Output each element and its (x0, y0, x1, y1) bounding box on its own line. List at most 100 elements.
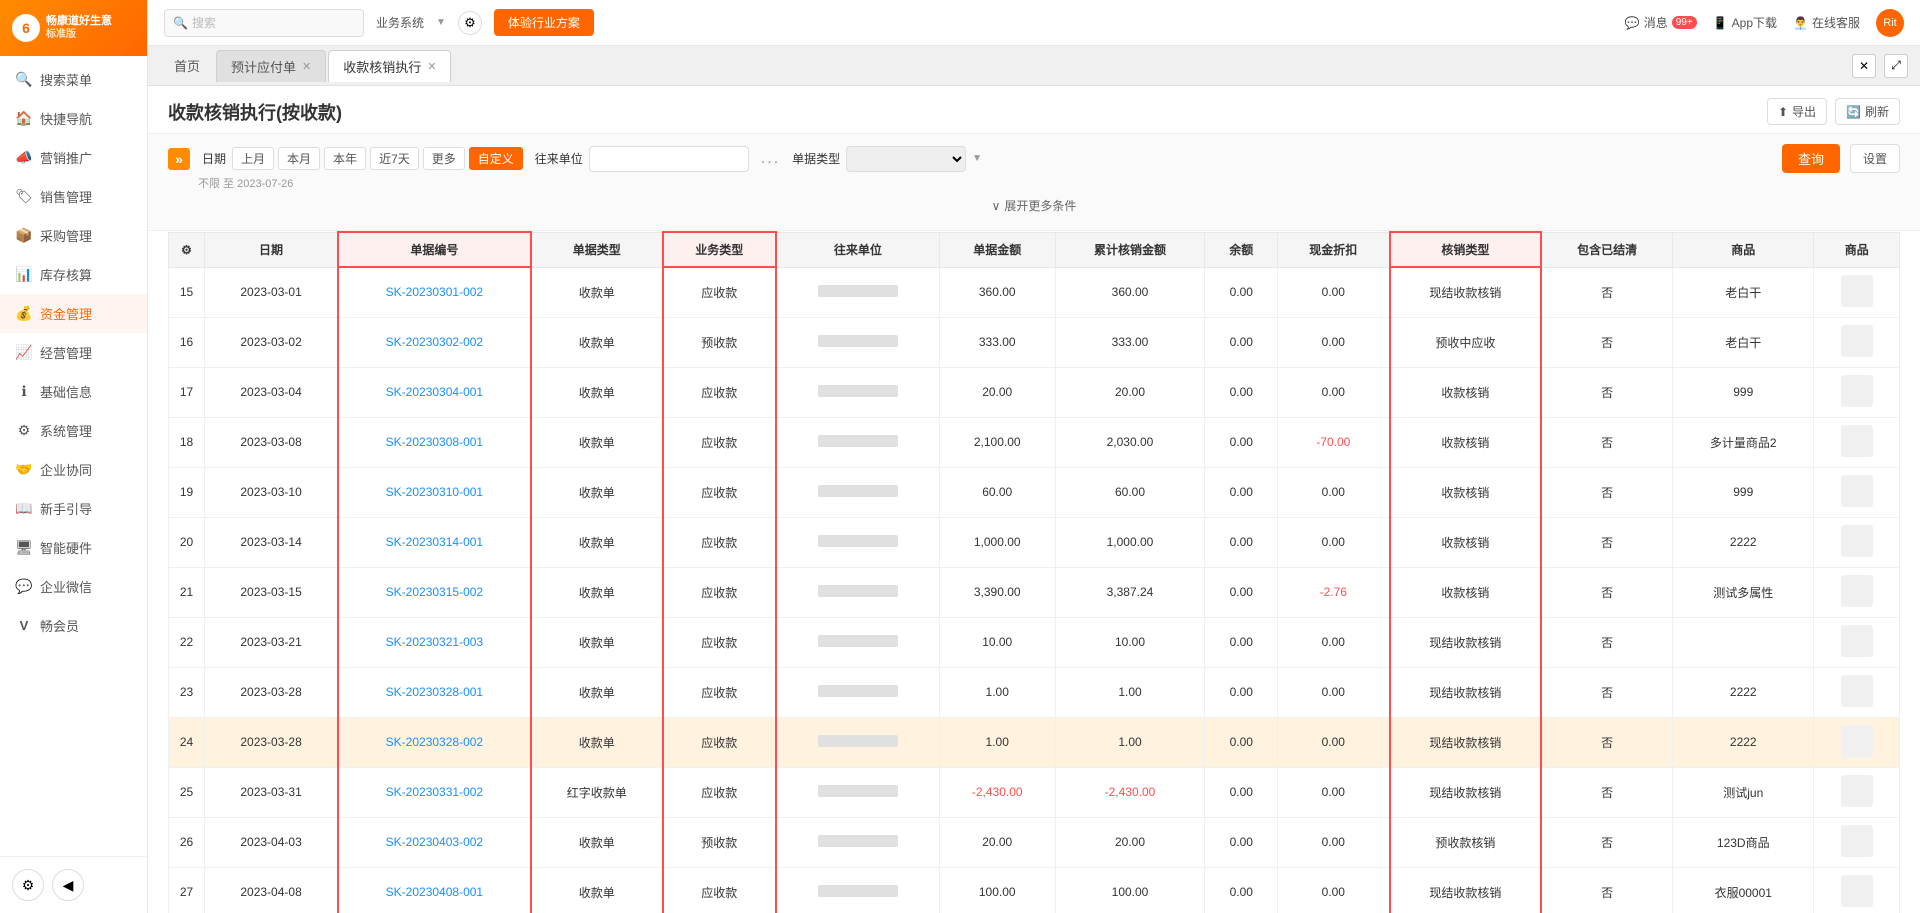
cell-product2 (1814, 367, 1900, 417)
cell-product: 2222 (1673, 717, 1814, 767)
table-row: 25 2023-03-31 SK-20230331-002 红字收款单 应收款 … (169, 767, 1900, 817)
bill-no-link[interactable]: SK-20230331-002 (386, 785, 483, 799)
filter-settings-btn[interactable]: 设置 (1850, 144, 1900, 173)
sidebar-item-member[interactable]: V 畅会员 (0, 606, 147, 645)
expand-more-btn[interactable]: ∨ 展开更多条件 (992, 197, 1077, 214)
date-btn-this-year[interactable]: 本年 (324, 147, 366, 170)
sidebar-item-finance[interactable]: 💰 资金管理 (0, 294, 147, 333)
message-icon: 💬 (1625, 16, 1640, 30)
cell-bill-no: SK-20230314-001 (338, 517, 531, 567)
sidebar-item-search[interactable]: 🔍 搜索菜单 (0, 60, 147, 99)
bill-no-link[interactable]: SK-20230315-002 (386, 585, 483, 599)
close-all-tabs-btn[interactable]: ✕ (1852, 54, 1876, 78)
cell-biz-type: 预收款 (663, 317, 776, 367)
cell-date: 2023-03-28 (205, 667, 339, 717)
col-settings-icon[interactable]: ⚙ (181, 243, 192, 257)
bill-no-link[interactable]: SK-20230408-001 (386, 885, 483, 899)
date-btn-custom[interactable]: 自定义 (469, 147, 523, 170)
sidebar-item-guide[interactable]: 📖 新手引导 (0, 489, 147, 528)
gear-icon[interactable]: ⚙ (458, 11, 482, 35)
expand-tab-btn[interactable]: ⤢ (1884, 54, 1908, 78)
cell-bill-type: 收款单 (531, 367, 663, 417)
sidebar-item-marketing[interactable]: 📣 营销推广 (0, 138, 147, 177)
cell-bill-no: SK-20230328-002 (338, 717, 531, 767)
bill-no-link[interactable]: SK-20230314-001 (386, 535, 483, 549)
bill-no-link[interactable]: SK-20230302-002 (386, 335, 483, 349)
app-download-item[interactable]: 📱 App下载 (1713, 14, 1777, 31)
sidebar-item-wechat-label: 企业微信 (40, 577, 92, 596)
cell-write-off: 333.00 (1055, 317, 1205, 367)
industry-btn[interactable]: 体验行业方案 (494, 9, 594, 36)
tab-extra-actions: ✕ ⤢ (1852, 54, 1908, 78)
sidebar-item-finance-label: 资金管理 (40, 304, 92, 323)
cell-product: 测试jun (1673, 767, 1814, 817)
cell-balance: 0.00 (1205, 567, 1278, 617)
tab-home[interactable]: 首页 (160, 50, 214, 82)
sidebar-item-hardware[interactable]: 🖥 智能硬件 (0, 528, 147, 567)
cell-write-off-type: 收款核销 (1390, 417, 1542, 467)
cell-amount: 20.00 (939, 367, 1055, 417)
bill-no-link[interactable]: SK-20230321-003 (386, 635, 483, 649)
cell-cash-discount: 0.00 (1278, 867, 1390, 913)
cell-product2 (1814, 867, 1900, 913)
cell-bill-no: SK-20230408-001 (338, 867, 531, 913)
col-cash-discount: 现金折扣 (1278, 232, 1390, 267)
table-row: 22 2023-03-21 SK-20230321-003 收款单 应收款 10… (169, 617, 1900, 667)
tab-prepay-close-icon[interactable]: ✕ (302, 60, 311, 73)
cell-cash-discount: 0.00 (1278, 367, 1390, 417)
bill-no-link[interactable]: SK-20230403-002 (386, 835, 483, 849)
cell-write-off: 20.00 (1055, 817, 1205, 867)
cell-biz-type: 应收款 (663, 867, 776, 913)
sidebar-item-purchase[interactable]: 📦 采购管理 (0, 216, 147, 255)
bill-no-link[interactable]: SK-20230308-001 (386, 435, 483, 449)
cell-bill-type: 收款单 (531, 617, 663, 667)
search-icon: 🔍 (173, 16, 188, 30)
date-btn-last-month[interactable]: 上月 (232, 147, 274, 170)
sidebar-item-system[interactable]: ⚙ 系统管理 (0, 411, 147, 450)
user-avatar[interactable]: Rit (1876, 9, 1904, 37)
filter-toggle-btn[interactable]: » (168, 148, 190, 170)
cell-amount: -2,430.00 (939, 767, 1055, 817)
cell-product2 (1814, 567, 1900, 617)
sidebar-item-inventory-label: 库存核算 (40, 265, 92, 284)
dropdown-chevron-icon[interactable]: ▼ (436, 17, 446, 28)
bill-no-link[interactable]: SK-20230304-001 (386, 385, 483, 399)
sidebar-item-sales[interactable]: 🏷 销售管理 (0, 177, 147, 216)
export-btn[interactable]: ⬆ 导出 (1767, 98, 1827, 125)
bill-no-link[interactable]: SK-20230328-001 (386, 685, 483, 699)
bill-no-link[interactable]: SK-20230328-002 (386, 735, 483, 749)
query-btn[interactable]: 查询 (1782, 144, 1840, 173)
tab-collection-close-icon[interactable]: ✕ (427, 60, 436, 73)
sidebar-settings-btn[interactable]: ⚙ (12, 869, 44, 901)
refresh-btn[interactable]: 🔄 刷新 (1835, 98, 1900, 125)
cell-write-off: 1,000.00 (1055, 517, 1205, 567)
sidebar-collapse-btn[interactable]: ◀ (52, 869, 84, 901)
partner-input[interactable] (589, 146, 749, 172)
cell-bill-type: 收款单 (531, 267, 663, 317)
tab-collection[interactable]: 收款核销执行 ✕ (328, 50, 451, 82)
tab-prepay[interactable]: 预计应付单 ✕ (216, 50, 326, 82)
bill-no-link[interactable]: SK-20230310-001 (386, 485, 483, 499)
sidebar-item-shortcuts[interactable]: 🏠 快捷导航 (0, 99, 147, 138)
cell-no: 19 (169, 467, 205, 517)
date-btn-this-month[interactable]: 本月 (278, 147, 320, 170)
sidebar-footer: ⚙ ◀ (0, 856, 147, 913)
purchase-icon: 📦 (16, 228, 32, 244)
bill-no-link[interactable]: SK-20230301-002 (386, 285, 483, 299)
sidebar-item-inventory[interactable]: 📊 库存核算 (0, 255, 147, 294)
receipt-type-select[interactable] (846, 146, 966, 172)
sidebar-item-operations[interactable]: 📈 经营管理 (0, 333, 147, 372)
cell-amount: 100.00 (939, 867, 1055, 913)
message-item[interactable]: 💬 消息 99+ (1625, 14, 1697, 31)
sidebar-item-wechat[interactable]: 💬 企业微信 (0, 567, 147, 606)
cell-partner (776, 467, 940, 517)
service-item[interactable]: 👨‍💼 在线客服 (1793, 14, 1860, 31)
export-icon: ⬆ (1778, 105, 1788, 119)
date-btn-7days[interactable]: 近7天 (370, 147, 419, 170)
col-write-off: 累计核销金额 (1055, 232, 1205, 267)
sidebar-item-sales-label: 销售管理 (40, 187, 92, 206)
message-label: 消息 (1644, 14, 1668, 31)
sidebar-item-base[interactable]: ℹ 基础信息 (0, 372, 147, 411)
sidebar-item-collab[interactable]: 🤝 企业协同 (0, 450, 147, 489)
date-btn-more[interactable]: 更多 (423, 147, 465, 170)
